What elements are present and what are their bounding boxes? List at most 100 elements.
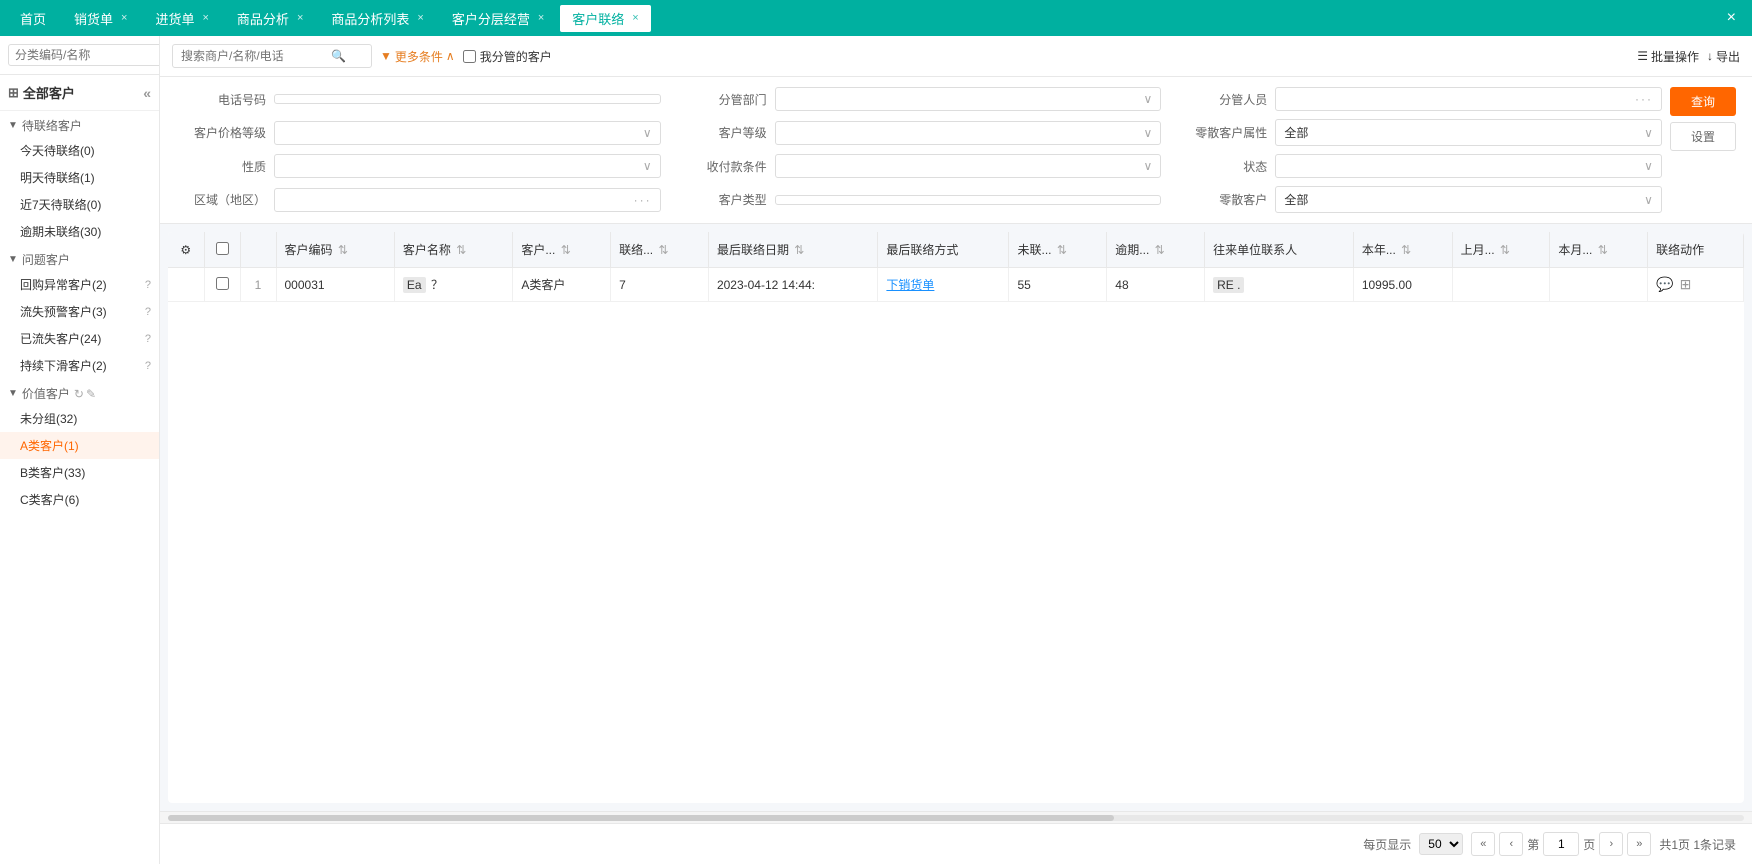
sidebar-item-declining[interactable]: 持续下滑客户(2) ? — [0, 352, 159, 379]
gear-icon[interactable]: ⚙ — [180, 243, 191, 257]
manager-input[interactable]: ··· — [1275, 87, 1662, 111]
prev-page-button[interactable]: ‹ — [1499, 832, 1523, 856]
sort-icon-4[interactable]: ⇅ — [659, 243, 669, 257]
batch-operation-button[interactable]: ☰ 批量操作 — [1637, 48, 1699, 65]
sidebar-item-a-class[interactable]: A类客户(1) — [0, 432, 159, 459]
close-customer-contact-icon[interactable]: × — [632, 12, 638, 24]
sidebar-item-today-contact[interactable]: 今天待联络(0) — [0, 137, 159, 164]
select-all-checkbox[interactable] — [216, 242, 229, 255]
sort-icon-2[interactable]: ⇅ — [456, 243, 466, 257]
sidebar-collapse-button[interactable]: « — [143, 85, 151, 101]
search-icon[interactable]: 🔍 — [331, 49, 346, 63]
more-conditions-button[interactable]: ▼ 更多条件 ∧ — [380, 48, 455, 65]
next-page-button[interactable]: › — [1599, 832, 1623, 856]
refresh-icon[interactable]: ↻ — [74, 387, 84, 401]
sidebar-group-pending-contact[interactable]: ▼ 待联络客户 — [0, 111, 159, 137]
my-customers-checkbox-area[interactable]: 我分管的客户 — [463, 48, 552, 65]
last-method-link[interactable]: 下销货单 — [886, 278, 934, 292]
customer-type-input[interactable] — [775, 195, 1162, 205]
help-icon-churned[interactable]: ? — [145, 333, 151, 345]
last-page-button[interactable]: » — [1627, 832, 1651, 856]
page-label: 第 — [1527, 836, 1539, 853]
page-number-input[interactable] — [1543, 832, 1579, 856]
settings-button[interactable]: 设置 — [1670, 122, 1736, 151]
nav-customer-tier[interactable]: 客户分层经营 × — [440, 5, 556, 32]
help-icon-declining[interactable]: ? — [145, 360, 151, 372]
nav-product-analysis-list[interactable]: 商品分析列表 × — [319, 5, 435, 32]
help-icon-repurchase[interactable]: ? — [145, 279, 151, 291]
sidebar-all-customers-header[interactable]: ⊞ 全部客户 « — [0, 75, 159, 111]
sort-icon-6[interactable]: ⇅ — [1057, 243, 1067, 257]
edit-group-icon[interactable]: ✎ — [86, 387, 96, 401]
retail-attr-select[interactable]: 全部 ∨ — [1275, 119, 1662, 146]
nature-field: 性质 ∨ — [176, 154, 661, 178]
page-size-select[interactable]: 50 — [1419, 833, 1463, 855]
category-search-input[interactable] — [8, 44, 160, 66]
row-no-contact: 55 — [1009, 268, 1107, 302]
nav-purchase-order[interactable]: 进货单 × — [143, 5, 220, 32]
payment-select[interactable]: ∨ — [775, 154, 1162, 178]
region-select[interactable]: ··· — [274, 188, 661, 212]
my-customers-checkbox[interactable] — [463, 50, 476, 63]
close-sales-order-icon[interactable]: × — [121, 12, 127, 24]
retail-customer-select[interactable]: 全部 ∨ — [1275, 186, 1662, 213]
sort-icon-5[interactable]: ⇅ — [794, 243, 804, 257]
dept-select[interactable]: ∨ — [775, 87, 1162, 111]
sidebar-group-problem-customers[interactable]: ▼ 问题客户 — [0, 245, 159, 271]
sort-icon-9[interactable]: ⇅ — [1500, 243, 1510, 257]
sidebar-item-ungrouped[interactable]: 未分组(32) — [0, 405, 159, 432]
close-purchase-order-icon[interactable]: × — [202, 12, 208, 24]
row-contact-count: 7 — [611, 268, 709, 302]
col-checkbox — [204, 232, 240, 268]
close-customer-tier-icon[interactable]: × — [538, 12, 544, 24]
scrollbar-thumb[interactable] — [168, 815, 1114, 821]
sidebar-item-repurchase-abnormal[interactable]: 回购异常客户(2) ? — [0, 271, 159, 298]
price-level-select[interactable]: ∨ — [274, 121, 661, 145]
window-close-button[interactable]: × — [1719, 9, 1744, 27]
sidebar-item-b-class[interactable]: B类客户(33) — [0, 459, 159, 486]
sidebar-item-overdue-contact[interactable]: 逾期未联络(30) — [0, 218, 159, 245]
col-row-num — [240, 232, 276, 268]
horizontal-scrollbar[interactable] — [160, 811, 1752, 823]
manager-label: 分管人员 — [1177, 91, 1267, 108]
sort-icon-8[interactable]: ⇅ — [1401, 243, 1411, 257]
help-icon-churn-warning[interactable]: ? — [145, 306, 151, 318]
customer-search-input[interactable] — [181, 49, 331, 63]
sort-icon-7[interactable]: ⇅ — [1155, 243, 1165, 257]
row-last-month — [1452, 268, 1550, 302]
nav-home[interactable]: 首页 — [8, 5, 58, 32]
sidebar-item-tomorrow-contact[interactable]: 明天待联络(1) — [0, 164, 159, 191]
col-this-month: 本月... ⇅ — [1550, 232, 1648, 268]
nav-customer-contact[interactable]: 客户联络 × — [560, 5, 650, 32]
sort-icon[interactable]: ⇅ — [338, 243, 348, 257]
dots-icon-2: ··· — [634, 193, 652, 207]
row-checkbox[interactable] — [216, 277, 229, 290]
qr-icon[interactable]: ⊞ — [1680, 276, 1692, 293]
close-product-analysis-list-icon[interactable]: × — [417, 12, 423, 24]
nav-product-analysis[interactable]: 商品分析 × — [225, 5, 315, 32]
phone-input[interactable] — [274, 94, 661, 104]
customer-level-field: 客户等级 ∨ — [677, 121, 1162, 145]
query-button[interactable]: 查询 — [1670, 87, 1736, 116]
first-page-button[interactable]: « — [1471, 832, 1495, 856]
sort-icon-10[interactable]: ⇅ — [1598, 243, 1608, 257]
nav-sales-order[interactable]: 销货单 × — [62, 5, 139, 32]
col-no-contact: 未联... ⇅ — [1009, 232, 1107, 268]
close-product-analysis-icon[interactable]: × — [297, 12, 303, 24]
sidebar-item-c-class[interactable]: C类客户(6) — [0, 486, 159, 513]
sidebar-item-churn-warning[interactable]: 流失预警客户(3) ? — [0, 298, 159, 325]
col-overdue: 逾期... ⇅ — [1107, 232, 1205, 268]
sidebar-group-value-customers[interactable]: ▼ 价值客户 ↻ ✎ — [0, 379, 159, 405]
status-select[interactable]: ∨ — [1275, 154, 1662, 178]
sidebar-item-7days-contact[interactable]: 近7天待联络(0) — [0, 191, 159, 218]
sidebar-item-churned[interactable]: 已流失客户(24) ? — [0, 325, 159, 352]
customer-level-select[interactable]: ∨ — [775, 121, 1162, 145]
chat-icon[interactable]: 💬 — [1656, 276, 1673, 293]
batch-op-icon: ☰ — [1637, 49, 1648, 63]
scrollbar-track[interactable] — [168, 815, 1744, 821]
table-footer: 每页显示 50 « ‹ 第 页 › » 共 — [160, 823, 1752, 864]
sort-icon-3[interactable]: ⇅ — [561, 243, 571, 257]
chevron-down-icon-3: ∨ — [1144, 126, 1153, 140]
nature-select[interactable]: ∨ — [274, 154, 661, 178]
export-button[interactable]: ↓ 导出 — [1707, 48, 1740, 65]
